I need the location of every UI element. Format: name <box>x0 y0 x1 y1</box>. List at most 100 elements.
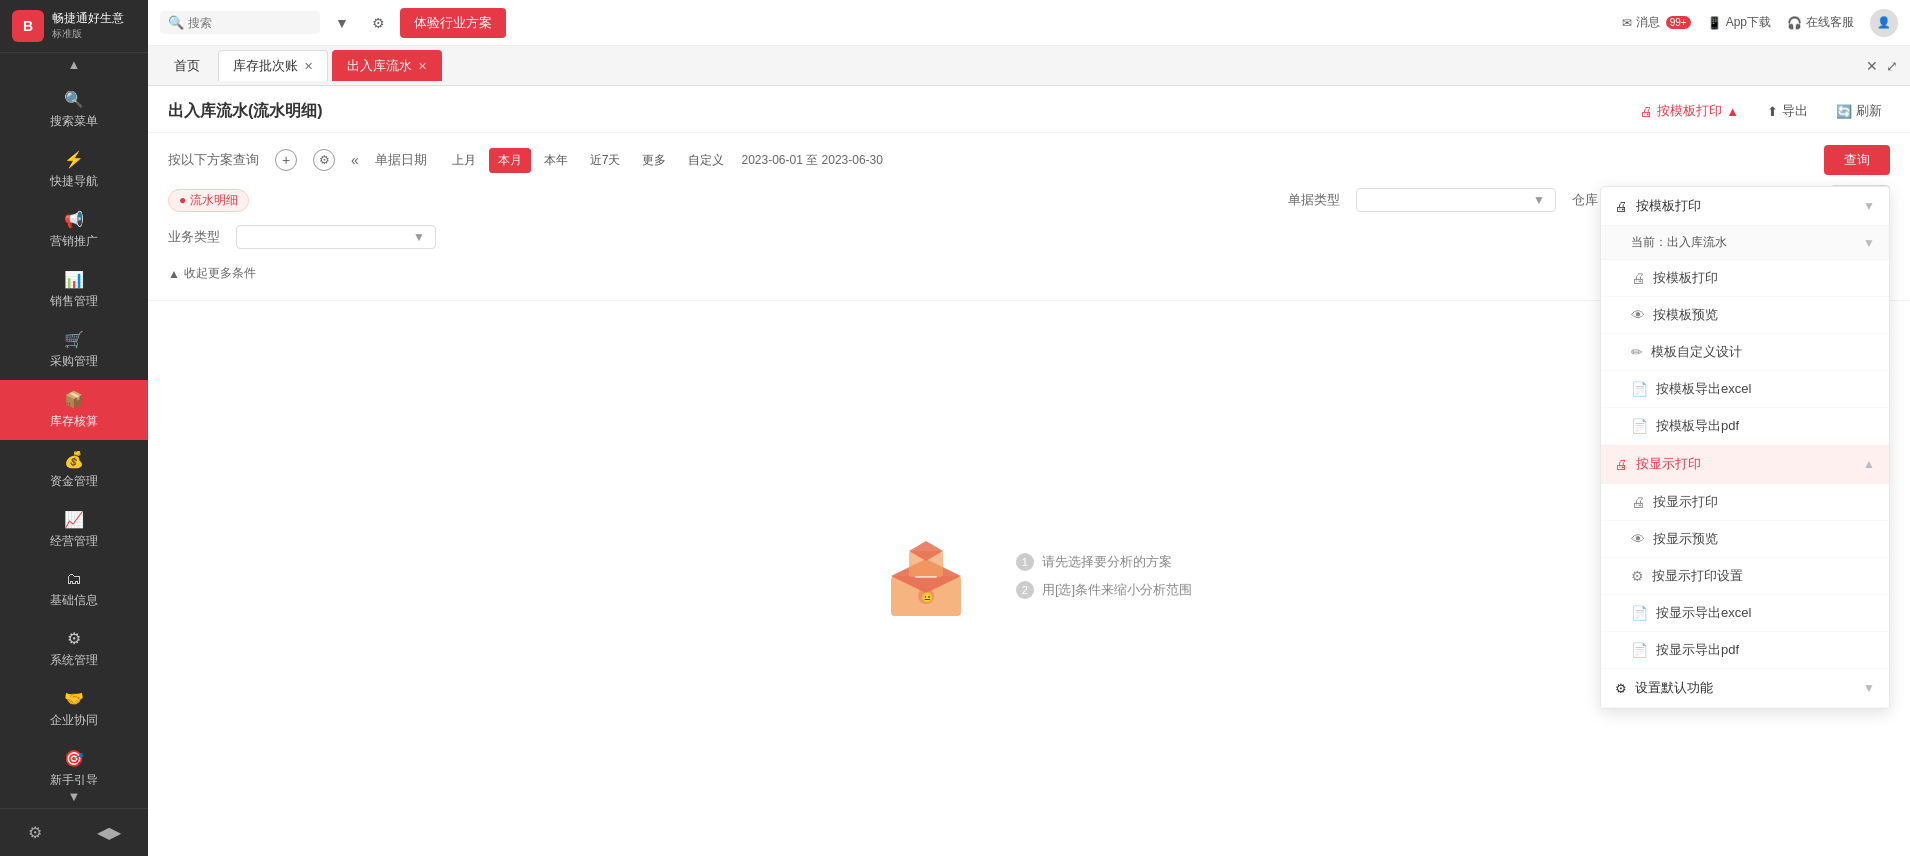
sidebar-item-purchase[interactable]: 🛒 采购管理 <box>0 320 148 380</box>
sidebar-item-label: 销售管理 <box>50 293 98 310</box>
search-input[interactable] <box>188 16 288 30</box>
quick-nav-icon: ⚡ <box>64 150 84 169</box>
sidebar-scroll-down[interactable]: ▼ <box>0 785 148 808</box>
date-last-month[interactable]: 上月 <box>443 148 485 173</box>
topbar: 🔍 ▼ ⚙ 体验行业方案 ✉ 消息 99+ 📱 App下载 🎧 在线客服 👤 <box>148 0 1910 46</box>
dp-template-export-pdf-item[interactable]: 📄 按模板导出pdf <box>1601 408 1889 445</box>
guide-icon: 🎯 <box>64 749 84 768</box>
dp-display-print-header[interactable]: 🖨 按显示打印 ▲ <box>1601 445 1889 484</box>
message-badge: 99+ <box>1666 16 1691 29</box>
tab-close-all-icon[interactable]: ✕ <box>1866 58 1878 74</box>
sidebar-item-guide[interactable]: 🎯 新手引导 <box>0 739 148 785</box>
dp-display-settings-icon: ⚙ <box>1631 568 1644 584</box>
bill-type-select[interactable]: ▼ <box>1356 188 1556 212</box>
dp-template-custom-icon: ✏ <box>1631 344 1643 360</box>
tab-inventory-flow-close[interactable]: ✕ <box>418 60 427 73</box>
empty-tip-2: 2 用[选]条件来缩小分析范围 <box>1016 581 1192 599</box>
sidebar-nav: 🔍 搜索菜单 ⚡ 快捷导航 📢 营销推广 📊 销售管理 🛒 采购管理 📦 库存核… <box>0 76 148 785</box>
filter-add-btn[interactable]: + <box>275 149 297 171</box>
tab-inventory-batch[interactable]: 库存批次账 ✕ <box>218 50 328 81</box>
sidebar-item-marketing[interactable]: 📢 营销推广 <box>0 200 148 260</box>
sidebar-item-enterprise[interactable]: 🤝 企业协同 <box>0 679 148 739</box>
dp-display-print-item[interactable]: 🖨 按显示打印 <box>1601 484 1889 521</box>
sidebar-item-quick-nav[interactable]: ⚡ 快捷导航 <box>0 140 148 200</box>
dp-default-settings-header[interactable]: ⚙ 设置默认功能 ▼ <box>1601 669 1889 708</box>
date-current-month[interactable]: 本月 <box>489 148 531 173</box>
topbar-gear-btn[interactable]: ⚙ <box>364 9 392 37</box>
export-btn[interactable]: ⬆ 导出 <box>1759 98 1816 124</box>
tab-inventory-flow[interactable]: 出入库流水 ✕ <box>332 50 442 81</box>
warehouse-label: 仓库 <box>1572 191 1598 209</box>
app-download-btn[interactable]: 📱 App下载 <box>1707 14 1771 31</box>
sidebar-item-sales[interactable]: 📊 销售管理 <box>0 260 148 320</box>
dp-template-export-excel-item[interactable]: 📄 按模板导出excel <box>1601 371 1889 408</box>
sidebar-item-finance[interactable]: 💰 资金管理 <box>0 440 148 500</box>
dp-current-label: 当前：出入库流水 <box>1631 234 1727 251</box>
logo-text-area: 畅捷通好生意 标准版 <box>52 11 124 41</box>
user-avatar[interactable]: 👤 <box>1870 9 1898 37</box>
collapse-more-label: 收起更多条件 <box>184 265 256 282</box>
trial-btn[interactable]: 体验行业方案 <box>400 8 506 38</box>
sidebar-item-label: 库存核算 <box>50 413 98 430</box>
page-content: 出入库流水(流水明细) 🖨 按模板打印 ▲ ⬆ 导出 🔄 刷新 <box>148 86 1910 856</box>
business-type-arrow: ▼ <box>413 230 425 244</box>
sidebar: B 畅捷通好生意 标准版 ▲ 🔍 搜索菜单 ⚡ 快捷导航 📢 营销推广 📊 销售… <box>0 0 148 856</box>
sidebar-logo: B 畅捷通好生意 标准版 <box>0 0 148 53</box>
svg-rect-4 <box>915 576 937 578</box>
empty-text: 1 请先选择要分析的方案 2 用[选]条件来缩小分析范围 <box>1016 553 1192 599</box>
sidebar-item-inventory[interactable]: 📦 库存核算 <box>0 380 148 440</box>
sidebar-item-basic[interactable]: 🗂 基础信息 <box>0 560 148 619</box>
date-last-7[interactable]: 近7天 <box>581 148 630 173</box>
date-more[interactable]: 更多 <box>633 148 675 173</box>
dp-display-pdf-icon: 📄 <box>1631 642 1648 658</box>
service-icon: 🎧 <box>1787 16 1802 30</box>
empty-tip-2-text: 用[选]条件来缩小分析范围 <box>1042 581 1192 599</box>
dp-display-print-settings-item[interactable]: ⚙ 按显示打印设置 <box>1601 558 1889 595</box>
topbar-search-box[interactable]: 🔍 <box>160 11 320 34</box>
dp-template-excel-icon: 📄 <box>1631 381 1648 397</box>
marketing-icon: 📢 <box>64 210 84 229</box>
filter-collapse-btn[interactable]: « <box>351 152 359 168</box>
sidebar-item-operation[interactable]: 📈 经营管理 <box>0 500 148 560</box>
dp-display-preview-item[interactable]: 👁 按显示预览 <box>1601 521 1889 558</box>
online-service-btn[interactable]: 🎧 在线客服 <box>1787 14 1854 31</box>
tab-home-label: 首页 <box>174 57 200 75</box>
filter-settings-btn[interactable]: ⚙ <box>313 149 335 171</box>
sidebar-scroll-up[interactable]: ▲ <box>0 53 148 76</box>
tabbar-right: ✕ ⤢ <box>1866 58 1898 74</box>
dp-default-settings-arrow: ▼ <box>1863 681 1875 695</box>
printer-icon: 🖨 <box>1640 104 1653 119</box>
download-icon: 📱 <box>1707 16 1722 30</box>
dp-display-export-excel-item[interactable]: 📄 按显示导出excel <box>1601 595 1889 632</box>
dp-template-print-header[interactable]: 🖨 按模板打印 ▼ <box>1601 187 1889 226</box>
sales-icon: 📊 <box>64 270 84 289</box>
dp-template-print-item[interactable]: 🖨 按模板打印 <box>1601 260 1889 297</box>
tab-expand-icon[interactable]: ⤢ <box>1886 58 1898 74</box>
business-type-select[interactable]: ▼ <box>236 225 436 249</box>
sidebar-settings-btn[interactable]: ⚙ <box>24 819 46 846</box>
logo-icon: B <box>12 10 44 42</box>
date-custom[interactable]: 自定义 <box>679 148 733 173</box>
sidebar-collapse-btn[interactable]: ◀▶ <box>93 819 125 846</box>
print-template-btn[interactable]: 🖨 按模板打印 ▲ <box>1632 98 1747 124</box>
dp-display-export-pdf-item[interactable]: 📄 按显示导出pdf <box>1601 632 1889 669</box>
step-2-num: 2 <box>1016 581 1034 599</box>
query-btn[interactable]: 查询 <box>1824 145 1890 175</box>
refresh-btn[interactable]: 🔄 刷新 <box>1828 98 1890 124</box>
sidebar-item-system[interactable]: ⚙ 系统管理 <box>0 619 148 679</box>
main-area: 🔍 ▼ ⚙ 体验行业方案 ✉ 消息 99+ 📱 App下载 🎧 在线客服 👤 <box>148 0 1910 856</box>
dp-template-custom-item[interactable]: ✏ 模板自定义设计 <box>1601 334 1889 371</box>
dp-display-printer-icon: 🖨 <box>1615 457 1628 472</box>
sidebar-item-search-menu[interactable]: 🔍 搜索菜单 <box>0 80 148 140</box>
message-btn[interactable]: ✉ 消息 99+ <box>1622 14 1691 31</box>
export-label: 导出 <box>1782 102 1808 120</box>
topbar-dropdown-btn[interactable]: ▼ <box>328 9 356 37</box>
tab-home[interactable]: 首页 <box>160 51 214 81</box>
search-menu-icon: 🔍 <box>64 90 84 109</box>
tab-inventory-batch-close[interactable]: ✕ <box>304 60 313 73</box>
sidebar-item-label: 资金管理 <box>50 473 98 490</box>
empty-illustration: 😐 <box>866 516 986 636</box>
date-current-year[interactable]: 本年 <box>535 148 577 173</box>
dp-template-preview-icon: 👁 <box>1631 307 1645 323</box>
dp-template-preview-item[interactable]: 👁 按模板预览 <box>1601 297 1889 334</box>
